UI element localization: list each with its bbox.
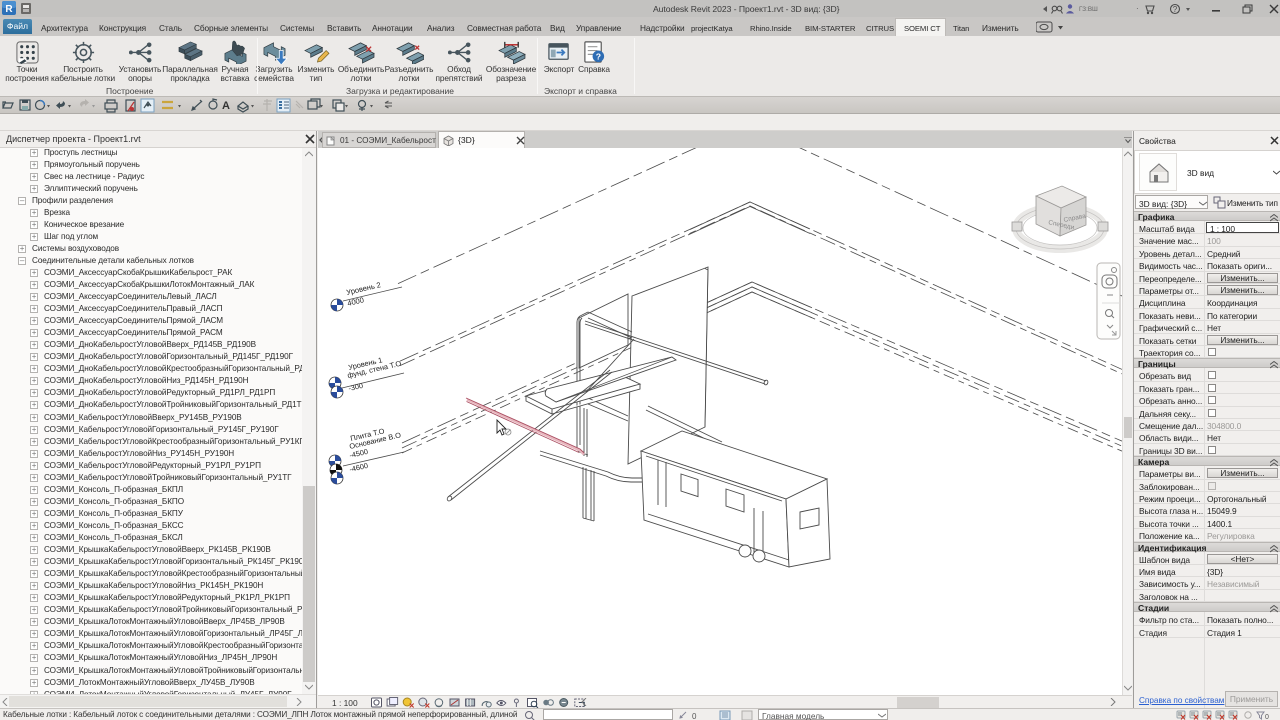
- svg-text:·: ·: [1136, 4, 1139, 13]
- svg-text:R: R: [5, 4, 13, 15]
- svg-text:A: A: [222, 100, 230, 112]
- svg-text:4000: 4000: [346, 295, 364, 308]
- svg-text:ГЗ:ВШ: ГЗ:ВШ: [1079, 6, 1098, 13]
- svg-text:0: 0: [1265, 714, 1269, 720]
- svg-text:Уровень 2: Уровень 2: [345, 280, 381, 297]
- svg-text:-4600: -4600: [348, 461, 368, 474]
- svg-text:-300: -300: [347, 381, 363, 393]
- svg-text:?: ?: [1173, 5, 1178, 14]
- svg-text:0: 0: [692, 712, 697, 720]
- svg-text:?: ?: [595, 52, 600, 62]
